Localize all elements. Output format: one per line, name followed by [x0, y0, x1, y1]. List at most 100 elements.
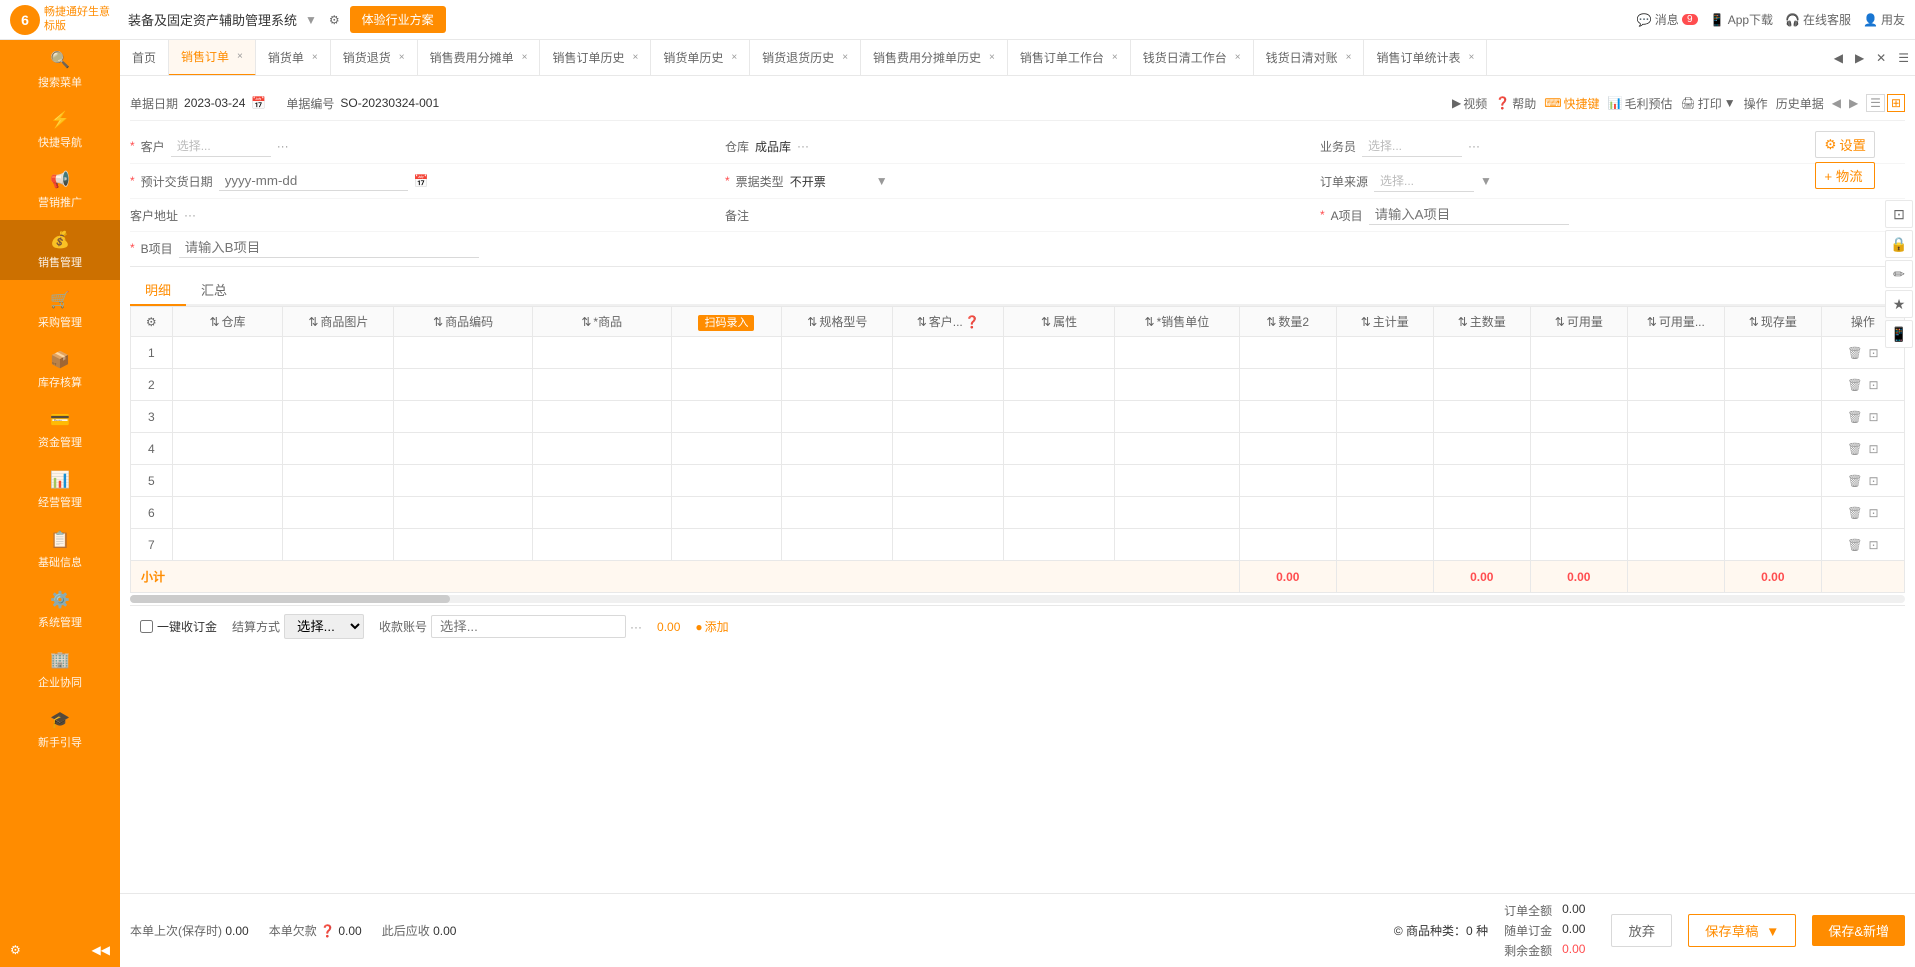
- row-7-warehouse[interactable]: [172, 529, 283, 561]
- row-2-attr[interactable]: [1004, 369, 1115, 401]
- sidebar-item-sales[interactable]: 💰 销售管理: [0, 220, 120, 280]
- row-3-avail[interactable]: [1530, 401, 1627, 433]
- save-draft-button[interactable]: 保存草稿 ▼: [1688, 914, 1796, 947]
- row-1-attr[interactable]: [1004, 337, 1115, 369]
- th-avail2[interactable]: ⇅可用量...: [1627, 307, 1724, 337]
- row-7-spec[interactable]: [782, 529, 893, 561]
- account-input[interactable]: [431, 615, 626, 638]
- th-unit[interactable]: ⇅*销售单位: [1115, 307, 1240, 337]
- tab-11[interactable]: 钱货日清对账×: [1254, 40, 1365, 76]
- tab-close-4[interactable]: ×: [522, 52, 528, 63]
- row-7-image[interactable]: [283, 529, 394, 561]
- save-new-button[interactable]: 保存&新增: [1812, 915, 1905, 946]
- sidebar-item-quick-nav[interactable]: ⚡ 快捷导航: [0, 100, 120, 160]
- row-7-goods[interactable]: [532, 529, 671, 561]
- row-6-spec[interactable]: [782, 497, 893, 529]
- row-5-goods[interactable]: [532, 465, 671, 497]
- row-2-scan[interactable]: [671, 369, 782, 401]
- row-1-avail[interactable]: [1530, 337, 1627, 369]
- preview-link[interactable]: ▶ 视频: [1452, 95, 1487, 112]
- industry-solution-button[interactable]: 体验行业方案: [350, 6, 446, 33]
- row-7-main-qty[interactable]: [1433, 529, 1530, 561]
- sidebar-settings-icon[interactable]: ⚙: [10, 943, 21, 957]
- row-1-code[interactable]: [394, 337, 533, 369]
- th-qty2[interactable]: ⇅数量2: [1239, 307, 1336, 337]
- row-2-main-qty[interactable]: [1433, 369, 1530, 401]
- row-1-scan[interactable]: [671, 337, 782, 369]
- payment-method-select[interactable]: 选择...: [284, 614, 364, 639]
- salesperson-input[interactable]: 选择...: [1362, 135, 1462, 157]
- row-7-qty2[interactable]: [1239, 529, 1336, 561]
- row-4-spec[interactable]: [782, 433, 893, 465]
- row-2-image[interactable]: [283, 369, 394, 401]
- th-customer-code[interactable]: ⇅客户...❓: [893, 307, 1004, 337]
- row-2-avail[interactable]: [1530, 369, 1627, 401]
- row-1-current[interactable]: [1724, 337, 1821, 369]
- tab-close-10[interactable]: ×: [1235, 52, 1241, 63]
- row-5-avail2[interactable]: [1627, 465, 1724, 497]
- user-button[interactable]: 👤 用友: [1863, 11, 1905, 28]
- row-3-customer-code[interactable]: [893, 401, 1004, 433]
- tab-5[interactable]: 销售订单历史×: [540, 40, 651, 76]
- tab-close-3[interactable]: ×: [399, 52, 405, 63]
- calendar2-icon[interactable]: 📅: [414, 174, 429, 188]
- order-source-input[interactable]: 选择...: [1374, 170, 1474, 192]
- row-4-code[interactable]: [394, 433, 533, 465]
- row-7-delete-icon[interactable]: 🗑: [1847, 538, 1862, 552]
- th-settings[interactable]: ⚙: [131, 307, 173, 337]
- row-6-attr[interactable]: [1004, 497, 1115, 529]
- row-3-avail2[interactable]: [1627, 401, 1724, 433]
- shortcut-link[interactable]: ⌨ 快捷键: [1544, 95, 1599, 112]
- operation-link[interactable]: 操作: [1744, 95, 1768, 112]
- row-1-delete-icon[interactable]: 🗑: [1847, 346, 1862, 360]
- row-7-avail2[interactable]: [1627, 529, 1724, 561]
- row-7-avail[interactable]: [1530, 529, 1627, 561]
- th-avail[interactable]: ⇅可用量: [1530, 307, 1627, 337]
- tab-close-7[interactable]: ×: [842, 52, 848, 63]
- row-7-attr[interactable]: [1004, 529, 1115, 561]
- salesperson-ellipsis[interactable]: ···: [1468, 139, 1480, 153]
- sidebar-item-capital[interactable]: 💳 资金管理: [0, 400, 120, 460]
- row-4-delete-icon[interactable]: 🗑: [1847, 442, 1862, 456]
- row-5-qty2[interactable]: [1239, 465, 1336, 497]
- detail-tab-mingxi[interactable]: 明细: [130, 275, 186, 306]
- setting-button[interactable]: ⚙ 设置: [1815, 131, 1875, 158]
- row-7-unit[interactable]: [1115, 529, 1240, 561]
- sidebar-item-search[interactable]: 🔍 搜索菜单: [0, 40, 120, 100]
- th-warehouse[interactable]: ⇅仓库: [172, 307, 283, 337]
- tab-close-2[interactable]: ×: [312, 52, 318, 63]
- address-ellipsis[interactable]: ···: [184, 208, 196, 222]
- row-1-copy-icon[interactable]: ⊡: [1869, 346, 1879, 360]
- th-current[interactable]: ⇅现存量: [1724, 307, 1821, 337]
- row-5-scan[interactable]: [671, 465, 782, 497]
- row-7-code[interactable]: [394, 529, 533, 561]
- sidebar-item-enterprise[interactable]: 🏢 企业协同: [0, 640, 120, 700]
- sidebar-collapse-icon[interactable]: ◀◀: [92, 943, 110, 957]
- discard-button[interactable]: 放弃: [1611, 914, 1672, 947]
- row-3-goods[interactable]: [532, 401, 671, 433]
- row-2-warehouse[interactable]: [172, 369, 283, 401]
- scan-button[interactable]: 扫码录入: [698, 315, 754, 331]
- row-1-main-unit[interactable]: [1336, 337, 1433, 369]
- row-6-qty2[interactable]: [1239, 497, 1336, 529]
- tab-menu-button[interactable]: ☰: [1892, 51, 1915, 65]
- row-6-scan[interactable]: [671, 497, 782, 529]
- row-4-customer-code[interactable]: [893, 433, 1004, 465]
- tab-8[interactable]: 销售费用分摊单历史×: [861, 40, 1008, 76]
- row-4-avail2[interactable]: [1627, 433, 1724, 465]
- row-6-main-qty[interactable]: [1433, 497, 1530, 529]
- history-link[interactable]: 历史单据: [1776, 95, 1824, 112]
- row-1-unit[interactable]: [1115, 337, 1240, 369]
- right-panel-icon-5[interactable]: 📱: [1885, 320, 1913, 348]
- tab-4[interactable]: 销售费用分摊单×: [418, 40, 541, 76]
- tab-12[interactable]: 销售订单统计表×: [1364, 40, 1487, 76]
- row-7-copy-icon[interactable]: ⊡: [1869, 538, 1879, 552]
- tab-3[interactable]: 销货退货×: [331, 40, 418, 76]
- detail-tab-summary[interactable]: 汇总: [186, 275, 242, 304]
- right-panel-icon-4[interactable]: ★: [1885, 290, 1913, 318]
- sidebar-item-purchase[interactable]: 🛒 采购管理: [0, 280, 120, 340]
- tab-close-1[interactable]: ×: [237, 51, 243, 62]
- row-1-customer-code[interactable]: [893, 337, 1004, 369]
- row-2-spec[interactable]: [782, 369, 893, 401]
- tab-close-9[interactable]: ×: [1112, 52, 1118, 63]
